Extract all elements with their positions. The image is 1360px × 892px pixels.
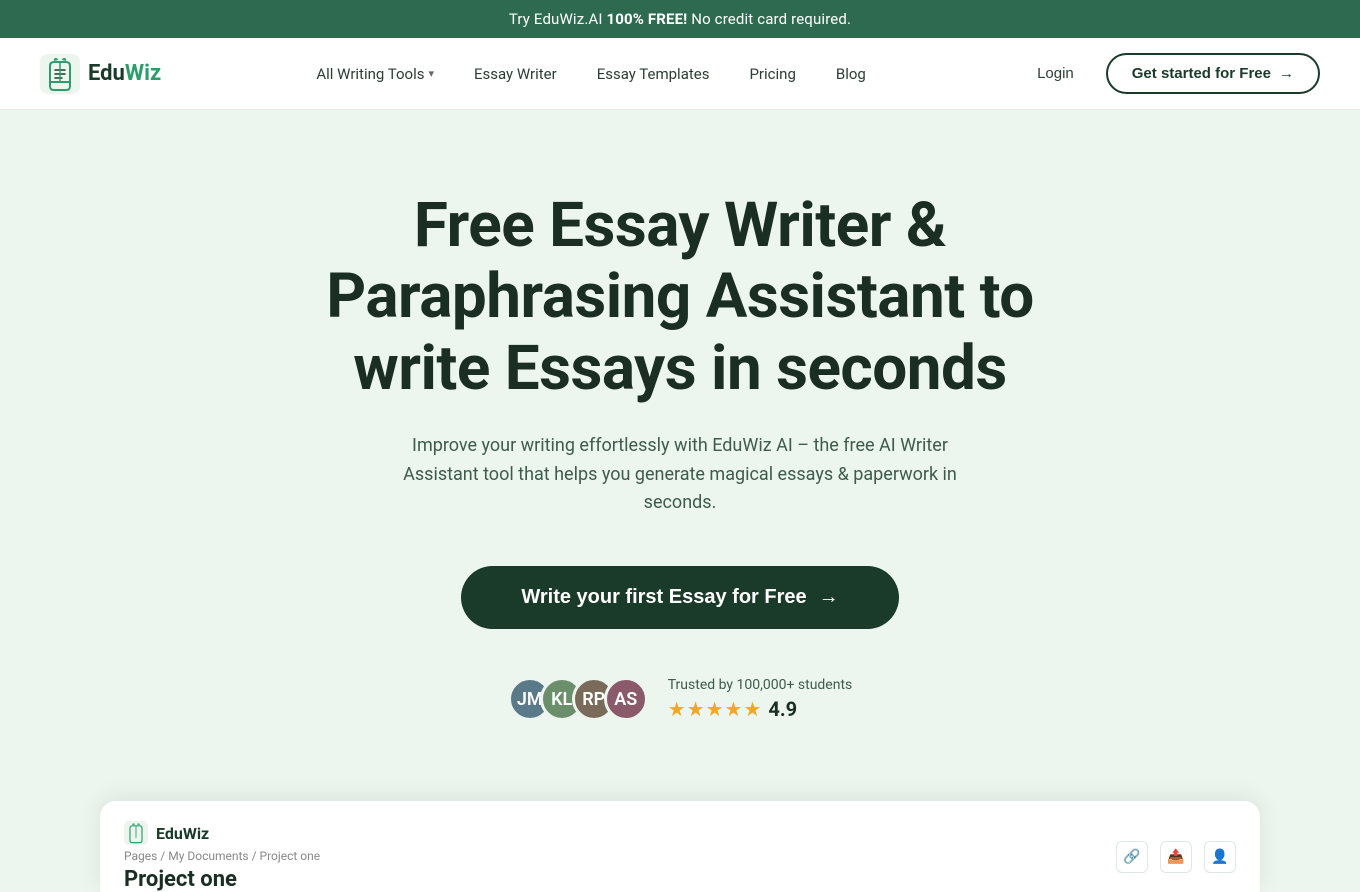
nav-blog[interactable]: Blog — [820, 57, 882, 91]
nav-all-writing-tools[interactable]: All Writing Tools ▾ — [300, 57, 450, 91]
export-button[interactable]: 📤 — [1160, 841, 1192, 873]
trusted-text: Trusted by 100,000+ students — [668, 677, 853, 693]
trusted-info: Trusted by 100,000+ students ★★★★★ 4.9 — [668, 677, 853, 721]
share-button[interactable]: 🔗 — [1116, 841, 1148, 873]
logo[interactable]: EduWiz — [40, 54, 161, 94]
nav-pricing[interactable]: Pricing — [733, 57, 811, 91]
app-preview-logo: EduWiz — [124, 821, 320, 845]
avatar: AS — [604, 677, 648, 721]
app-logo-icon — [124, 821, 148, 845]
logo-text: EduWiz — [88, 61, 161, 86]
avatar-group: JM KL RP AS — [508, 677, 648, 721]
nav-essay-templates[interactable]: Essay Templates — [581, 57, 726, 91]
user-button[interactable]: 👤 — [1204, 841, 1236, 873]
rating-number: 4.9 — [768, 697, 797, 721]
app-preview-card: EduWiz Pages / My Documents / Project on… — [100, 801, 1260, 892]
page-wrapper: EduWiz All Writing Tools ▾ Essay Writer — [0, 38, 1360, 892]
user-icon: 👤 — [1211, 848, 1228, 865]
export-icon: 📤 — [1167, 848, 1184, 865]
star-icons: ★★★★★ — [668, 697, 763, 721]
app-project-title: Project one — [124, 867, 320, 892]
trusted-section: JM KL RP AS Trusted by 100,000+ students… — [508, 677, 853, 721]
hero-subtitle: Improve your writing effortlessly with E… — [390, 432, 970, 518]
rating-row: ★★★★★ 4.9 — [668, 697, 797, 721]
hero-cta-button[interactable]: Write your first Essay for Free → — [461, 566, 898, 629]
announcement-suffix: No credit card required. — [687, 10, 851, 28]
get-started-button[interactable]: Get started for Free → — [1106, 53, 1320, 94]
share-icon: 🔗 — [1123, 848, 1140, 865]
arrow-icon: → — [1279, 65, 1294, 82]
nav-essay-writer[interactable]: Essay Writer — [458, 57, 573, 91]
announcement-highlight: 100% FREE! — [606, 10, 687, 28]
book-icon — [40, 54, 80, 94]
app-preview-header: EduWiz Pages / My Documents / Project on… — [124, 821, 1236, 892]
announcement-prefix: Try EduWiz.AI — [509, 10, 607, 28]
hero-section: Free Essay Writer & Paraphrasing Assista… — [0, 110, 1360, 781]
main-nav: All Writing Tools ▾ Essay Writer Essay T… — [300, 57, 882, 91]
app-preview-actions: 🔗 📤 👤 — [1116, 841, 1236, 873]
app-breadcrumb: Pages / My Documents / Project one — [124, 849, 320, 863]
hero-title: Free Essay Writer & Paraphrasing Assista… — [300, 190, 1060, 404]
login-button[interactable]: Login — [1021, 57, 1090, 90]
header: EduWiz All Writing Tools ▾ Essay Writer — [0, 38, 1360, 110]
chevron-down-icon: ▾ — [428, 67, 434, 80]
announcement-bar: Try EduWiz.AI 100% FREE! No credit card … — [0, 0, 1360, 38]
arrow-right-icon: → — [819, 586, 839, 609]
nav-actions: Login Get started for Free → — [1021, 53, 1320, 94]
